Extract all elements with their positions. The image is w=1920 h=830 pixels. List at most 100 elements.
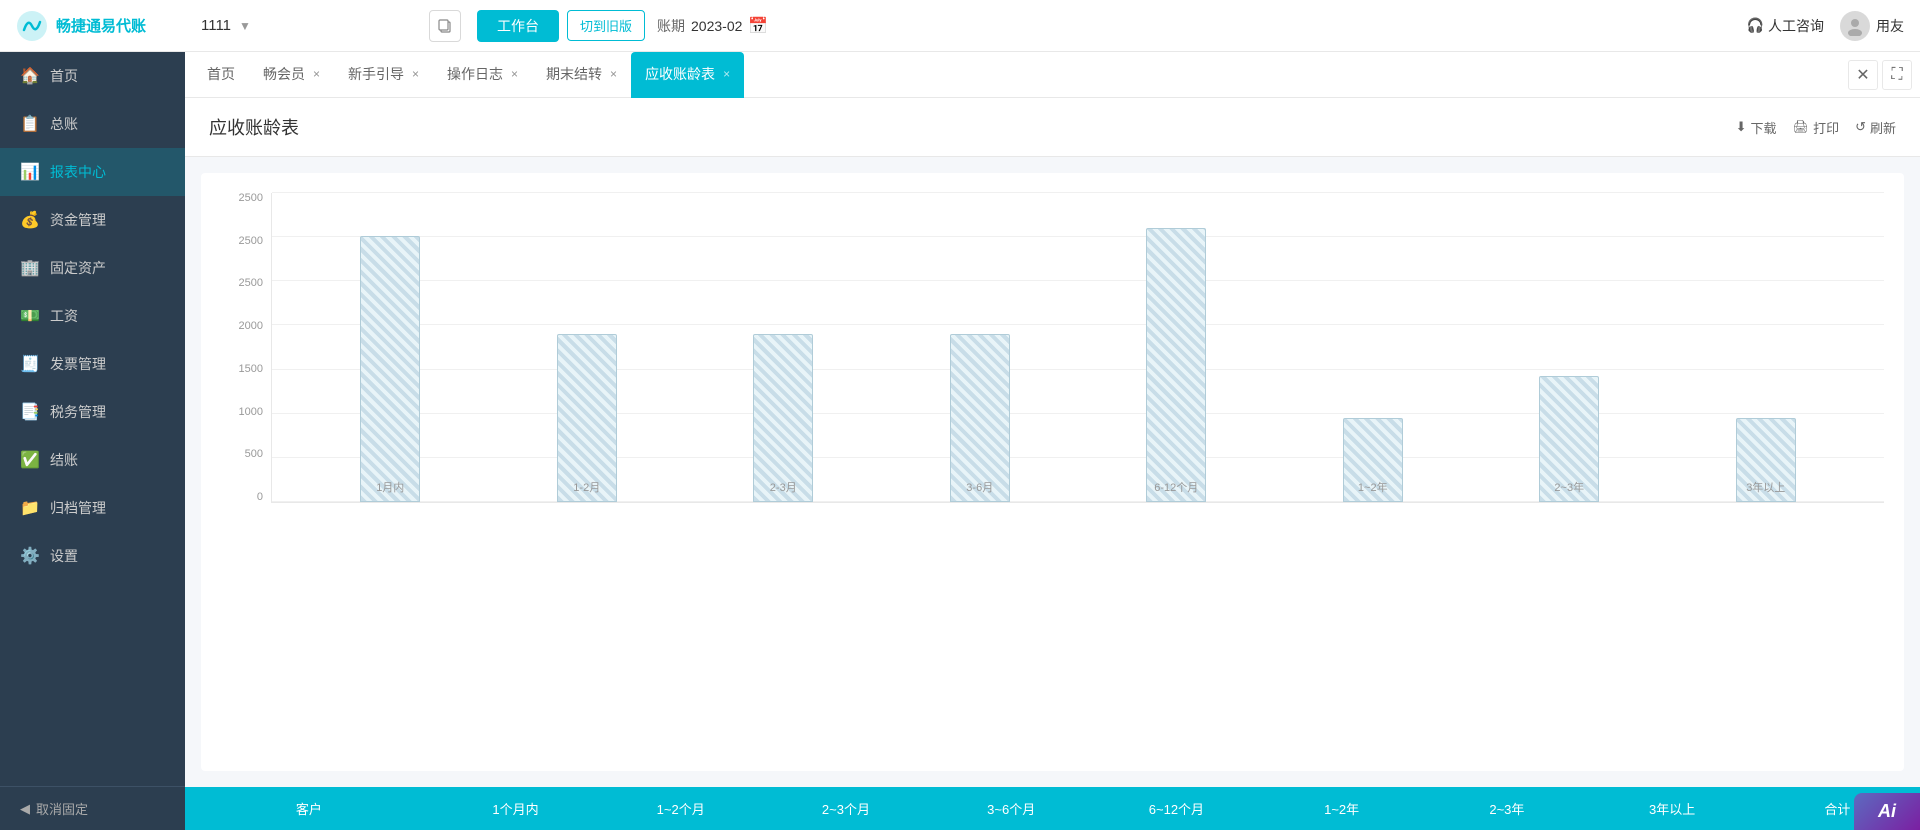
y-label: 2500 <box>239 236 263 247</box>
sidebar-item-固定资产[interactable]: 🏢 固定资产 <box>0 244 185 292</box>
tab-label-0: 首页 <box>207 64 235 84</box>
sidebar-label-0: 首页 <box>50 66 78 86</box>
tab-label-2: 新手引导 <box>348 64 404 84</box>
x-label-6-12个月: 6-12个月 <box>1078 479 1275 495</box>
x-labels: 1月内1-2月2-3月3-6月6-12个月1~2年2~3年3年以上 <box>272 472 1884 502</box>
sidebar-item-结账[interactable]: ✅ 结账 <box>0 436 185 484</box>
download-label: 下载 <box>1751 118 1777 137</box>
tab-操作日志[interactable]: 操作日志× <box>433 52 532 98</box>
sidebar-item-报表中心[interactable]: 📊 报表中心 <box>0 148 185 196</box>
dropdown-icon: ▼ <box>239 19 251 33</box>
tab-close-5[interactable]: × <box>723 67 730 81</box>
header-right: 🎧 人工咨询 用友 <box>1747 11 1904 41</box>
period-label: 账期 <box>657 16 685 36</box>
print-label: 打印 <box>1813 118 1839 137</box>
cancel-fixed-button[interactable]: ◀ 取消固定 <box>0 787 185 830</box>
content-area: 首页畅会员×新手引导×操作日志×期末结转×应收账龄表× ✕ ⛶ 应收账龄表 ⬇ … <box>185 52 1920 830</box>
user-area[interactable]: 用友 <box>1840 11 1904 41</box>
consult-label: 人工咨询 <box>1768 16 1824 36</box>
table-header-4: 3~6个月 <box>929 799 1094 818</box>
tab-close-2[interactable]: × <box>412 67 419 81</box>
tab-新手引导[interactable]: 新手引导 × <box>334 52 433 98</box>
y-label: 2500 <box>239 278 263 289</box>
nav-icon-5: 💵 <box>20 306 40 326</box>
tab-close-3[interactable]: × <box>511 67 518 81</box>
table-header-5: 6~12个月 <box>1094 799 1259 818</box>
x-label-1月内: 1月内 <box>292 479 489 495</box>
sidebar-item-工资[interactable]: 💵 工资 <box>0 292 185 340</box>
tab-畅会员[interactable]: 畅会员× <box>249 52 334 98</box>
sidebar-item-设置[interactable]: ⚙️ 设置 <box>0 532 185 580</box>
copy-button[interactable] <box>429 10 461 42</box>
company-selector[interactable]: 1111 ▼ <box>201 17 421 34</box>
ai-badge: Ai <box>1854 793 1920 830</box>
tab-应收账龄表[interactable]: 应收账龄表× <box>631 52 744 98</box>
sidebar-item-税务管理[interactable]: 📑 税务管理 <box>0 388 185 436</box>
x-label-3年以上: 3年以上 <box>1668 479 1865 495</box>
nav-icon-10: ⚙️ <box>20 546 40 566</box>
sidebar: 🏠 首页 📋 总账 📊 报表中心 💰 资金管理 🏢 固定资产 💵 工资 🧾 发票… <box>0 52 185 830</box>
x-label-2~3年: 2~3年 <box>1471 479 1668 495</box>
calendar-icon[interactable]: 📅 <box>748 16 768 36</box>
tab-首页[interactable]: 首页 <box>193 52 249 98</box>
chart-body: 1月内1-2月2-3月3-6月6-12个月1~2年2~3年3年以上 <box>271 193 1884 503</box>
bar-chart: 0500100015002000250025002500 1月内1-2月2-3月… <box>221 193 1884 533</box>
workbench-button[interactable]: 工作台 <box>477 10 559 42</box>
sidebar-label-1: 总账 <box>50 114 78 134</box>
sidebar-label-8: 结账 <box>50 450 78 470</box>
x-label-1-2月: 1-2月 <box>489 479 686 495</box>
tab-close-4[interactable]: × <box>610 67 617 81</box>
sidebar-item-发票管理[interactable]: 🧾 发票管理 <box>0 340 185 388</box>
tab-close-1[interactable]: × <box>313 67 320 81</box>
main-layout: 🏠 首页 📋 总账 📊 报表中心 💰 资金管理 🏢 固定资产 💵 工资 🧾 发票… <box>0 52 1920 830</box>
sidebar-item-归档管理[interactable]: 📁 归档管理 <box>0 484 185 532</box>
sidebar-item-资金管理[interactable]: 💰 资金管理 <box>0 196 185 244</box>
print-button[interactable]: 🖨 打印 <box>1793 118 1840 137</box>
logo-icon <box>16 10 48 42</box>
consult-button[interactable]: 🎧 人工咨询 <box>1747 16 1824 36</box>
sidebar-item-首页[interactable]: 🏠 首页 <box>0 52 185 100</box>
table-header: 客户1个月内1~2个月2~3个月3~6个月6~12个月1~2年2~3年3年以上合… <box>185 787 1920 830</box>
sidebar-label-7: 税务管理 <box>50 402 106 422</box>
table-header-6: 1~2年 <box>1259 799 1424 818</box>
logo-area: 畅捷通易代账 <box>16 10 201 42</box>
tab-actions: ✕ ⛶ <box>1848 60 1912 90</box>
table-header-1: 1个月内 <box>433 799 598 818</box>
refresh-label: 刷新 <box>1870 118 1896 137</box>
nav-icon-8: ✅ <box>20 450 40 470</box>
refresh-icon: ↺ <box>1855 119 1866 135</box>
nav-icon-9: 📁 <box>20 498 40 518</box>
y-label: 1000 <box>239 407 263 418</box>
y-label: 2000 <box>239 321 263 332</box>
sidebar-label-5: 工资 <box>50 306 78 326</box>
tab-bar: 首页畅会员×新手引导×操作日志×期末结转×应收账龄表× ✕ ⛶ <box>185 52 1920 98</box>
top-header: 畅捷通易代账 1111 ▼ 工作台 切到旧版 账期 2023-02 📅 🎧 人工… <box>0 0 1920 52</box>
bar-6-12个月 <box>1146 228 1206 502</box>
company-name: 1111 <box>201 17 231 34</box>
close-all-tabs-button[interactable]: ✕ <box>1848 60 1878 90</box>
sidebar-bottom: ◀ 取消固定 <box>0 786 185 830</box>
download-button[interactable]: ⬇ 下载 <box>1736 118 1777 137</box>
page-content: 应收账龄表 ⬇ 下载 🖨 打印 ↺ 刷新 <box>185 98 1920 830</box>
y-label: 0 <box>257 492 263 503</box>
logo-text: 畅捷通易代账 <box>56 15 146 36</box>
sidebar-label-10: 设置 <box>50 546 78 566</box>
maximize-button[interactable]: ⛶ <box>1882 60 1912 90</box>
table-header-2: 1~2个月 <box>598 799 763 818</box>
table-header-7: 2~3年 <box>1424 799 1589 818</box>
sidebar-item-总账[interactable]: 📋 总账 <box>0 100 185 148</box>
nav-icon-4: 🏢 <box>20 258 40 278</box>
table-header-3: 2~3个月 <box>763 799 928 818</box>
avatar <box>1840 11 1870 41</box>
bar-group-6-12个月 <box>1146 228 1206 502</box>
tab-期末结转[interactable]: 期末结转× <box>532 52 631 98</box>
nav-icon-2: 📊 <box>20 162 40 182</box>
print-icon: 🖨 <box>1793 119 1810 135</box>
y-label: 500 <box>245 449 263 460</box>
nav-icon-6: 🧾 <box>20 354 40 374</box>
table-header-0: 客户 <box>185 799 433 818</box>
refresh-button[interactable]: ↺ 刷新 <box>1855 118 1896 137</box>
chart-container: 0500100015002000250025002500 1月内1-2月2-3月… <box>201 173 1904 771</box>
cancel-fixed-label: 取消固定 <box>36 799 88 818</box>
switch-old-button[interactable]: 切到旧版 <box>567 10 645 41</box>
